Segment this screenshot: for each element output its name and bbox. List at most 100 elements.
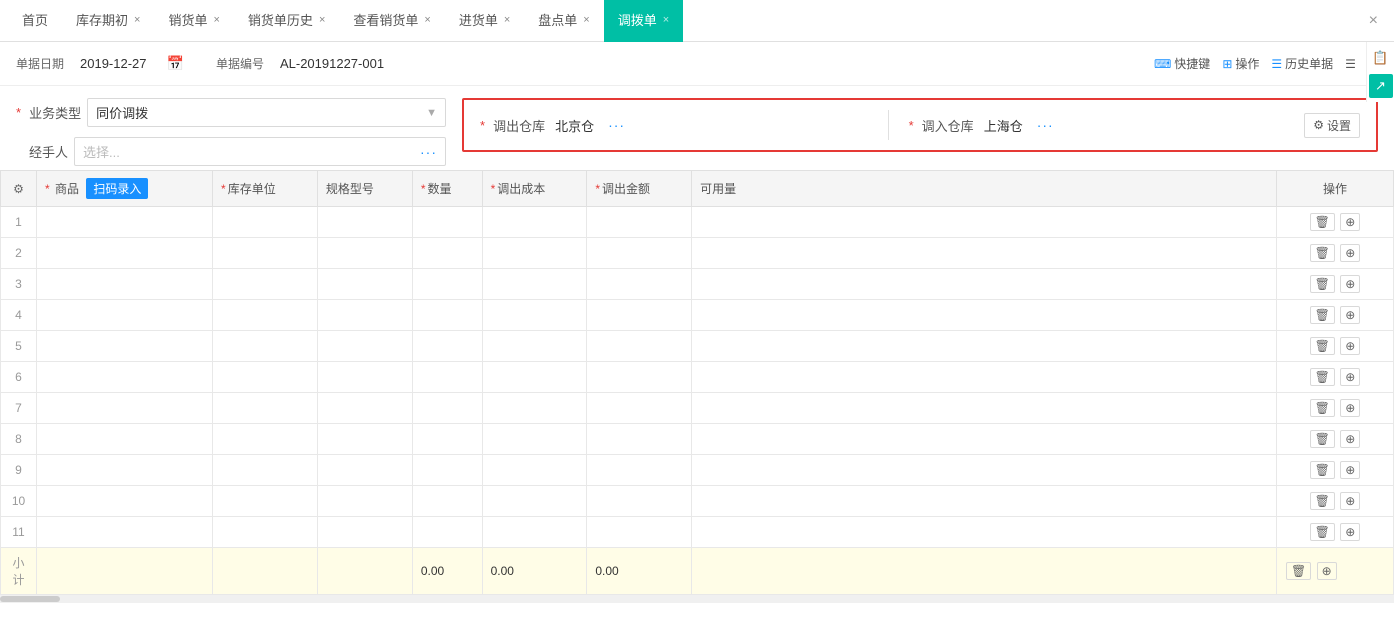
cell-cost[interactable] (482, 517, 587, 548)
settings-button[interactable]: ⚙ 设置 (1304, 113, 1360, 138)
cell-cost[interactable] (482, 455, 587, 486)
in-warehouse-more-icon[interactable]: ··· (1037, 117, 1054, 133)
cell-product[interactable] (37, 331, 213, 362)
handler-more-icon[interactable]: ··· (420, 144, 437, 160)
cell-spec[interactable] (317, 238, 412, 269)
tab-close-transfer[interactable]: × (663, 14, 669, 26)
cell-amount[interactable] (587, 486, 692, 517)
cell-available[interactable] (692, 238, 1277, 269)
cell-amount[interactable] (587, 424, 692, 455)
cell-spec[interactable] (317, 517, 412, 548)
cell-qty[interactable] (412, 517, 482, 548)
cell-qty[interactable] (412, 455, 482, 486)
cell-product[interactable] (37, 269, 213, 300)
cell-amount[interactable] (587, 238, 692, 269)
sidebar-note-btn[interactable]: 📋 (1369, 46, 1393, 70)
cell-available[interactable] (692, 517, 1277, 548)
cell-cost[interactable] (482, 331, 587, 362)
cell-spec[interactable] (317, 269, 412, 300)
tab-sales-order[interactable]: 销货单 × (154, 0, 233, 42)
cell-available[interactable] (692, 486, 1277, 517)
copy-btn[interactable]: ⊕ (1340, 368, 1360, 386)
tab-transfer[interactable]: 调拨单 × (604, 0, 683, 42)
copy-btn[interactable]: ⊕ (1340, 244, 1360, 262)
calendar-icon[interactable]: 📅 (167, 55, 184, 72)
cell-product[interactable] (37, 455, 213, 486)
tab-close-inventory-init[interactable]: × (134, 14, 140, 26)
tab-close-purchase[interactable]: × (504, 14, 510, 26)
copy-btn[interactable]: ⊕ (1340, 306, 1360, 324)
cell-spec[interactable] (317, 486, 412, 517)
cell-cost[interactable] (482, 300, 587, 331)
copy-btn[interactable]: ⊕ (1340, 461, 1360, 479)
scan-btn[interactable]: 扫码录入 (86, 178, 148, 199)
cell-cost[interactable] (482, 269, 587, 300)
cell-unit[interactable] (213, 362, 318, 393)
cell-qty[interactable] (412, 331, 482, 362)
copy-btn[interactable]: ⊕ (1340, 492, 1360, 510)
cell-unit[interactable] (213, 517, 318, 548)
tab-sales-history[interactable]: 销货单历史 × (234, 0, 339, 42)
cell-amount[interactable] (587, 207, 692, 238)
horizontal-scrollbar[interactable] (0, 595, 1394, 603)
cell-available[interactable] (692, 362, 1277, 393)
cell-product[interactable] (37, 486, 213, 517)
copy-btn[interactable]: ⊕ (1340, 399, 1360, 417)
delete-btn[interactable]: 🗑 (1310, 337, 1335, 355)
cell-available[interactable] (692, 424, 1277, 455)
cell-qty[interactable] (412, 424, 482, 455)
table-gear-icon[interactable]: ⚙ (13, 182, 24, 196)
cell-available[interactable] (692, 393, 1277, 424)
layout-list-btn[interactable]: ☰ (1345, 57, 1356, 71)
delete-btn[interactable]: 🗑 (1310, 523, 1335, 541)
subtotal-copy-btn[interactable]: ⊕ (1317, 562, 1337, 580)
cell-product[interactable] (37, 207, 213, 238)
tab-close-sales-history[interactable]: × (319, 14, 325, 26)
cell-product[interactable] (37, 393, 213, 424)
delete-btn[interactable]: 🗑 (1310, 306, 1335, 324)
close-all-tabs[interactable]: × (1361, 12, 1386, 30)
subtotal-delete-btn[interactable]: 🗑 (1286, 562, 1311, 580)
cell-cost[interactable] (482, 424, 587, 455)
history-btn[interactable]: ☰ 历史单据 (1271, 55, 1333, 72)
cell-cost[interactable] (482, 207, 587, 238)
cell-available[interactable] (692, 455, 1277, 486)
cell-unit[interactable] (213, 486, 318, 517)
cell-spec[interactable] (317, 300, 412, 331)
cell-spec[interactable] (317, 207, 412, 238)
cell-amount[interactable] (587, 331, 692, 362)
cell-qty[interactable] (412, 238, 482, 269)
cell-spec[interactable] (317, 362, 412, 393)
cell-qty[interactable] (412, 207, 482, 238)
cell-amount[interactable] (587, 455, 692, 486)
delete-btn[interactable]: 🗑 (1310, 430, 1335, 448)
delete-btn[interactable]: 🗑 (1310, 368, 1335, 386)
delete-btn[interactable]: 🗑 (1310, 213, 1335, 231)
cell-cost[interactable] (482, 393, 587, 424)
cell-spec[interactable] (317, 455, 412, 486)
tab-close-view-sales[interactable]: × (424, 14, 430, 26)
delete-btn[interactable]: 🗑 (1310, 492, 1335, 510)
sidebar-expand-btn[interactable]: ↗ (1369, 74, 1393, 98)
cell-unit[interactable] (213, 269, 318, 300)
tab-stocktake[interactable]: 盘点单 × (524, 0, 603, 42)
delete-btn[interactable]: 🗑 (1310, 244, 1335, 262)
cell-available[interactable] (692, 331, 1277, 362)
cell-unit[interactable] (213, 300, 318, 331)
cell-product[interactable] (37, 362, 213, 393)
tab-close-stocktake[interactable]: × (583, 14, 589, 26)
cell-amount[interactable] (587, 300, 692, 331)
cell-unit[interactable] (213, 455, 318, 486)
cell-spec[interactable] (317, 331, 412, 362)
copy-btn[interactable]: ⊕ (1340, 275, 1360, 293)
cell-available[interactable] (692, 269, 1277, 300)
cell-cost[interactable] (482, 486, 587, 517)
business-type-select[interactable]: 同价调拨 ▼ (87, 98, 446, 127)
tab-close-sales-order[interactable]: × (213, 14, 219, 26)
handler-select[interactable]: 选择... ··· (74, 137, 446, 166)
cell-qty[interactable] (412, 362, 482, 393)
copy-btn[interactable]: ⊕ (1340, 213, 1360, 231)
cell-product[interactable] (37, 424, 213, 455)
cell-spec[interactable] (317, 393, 412, 424)
cell-amount[interactable] (587, 393, 692, 424)
